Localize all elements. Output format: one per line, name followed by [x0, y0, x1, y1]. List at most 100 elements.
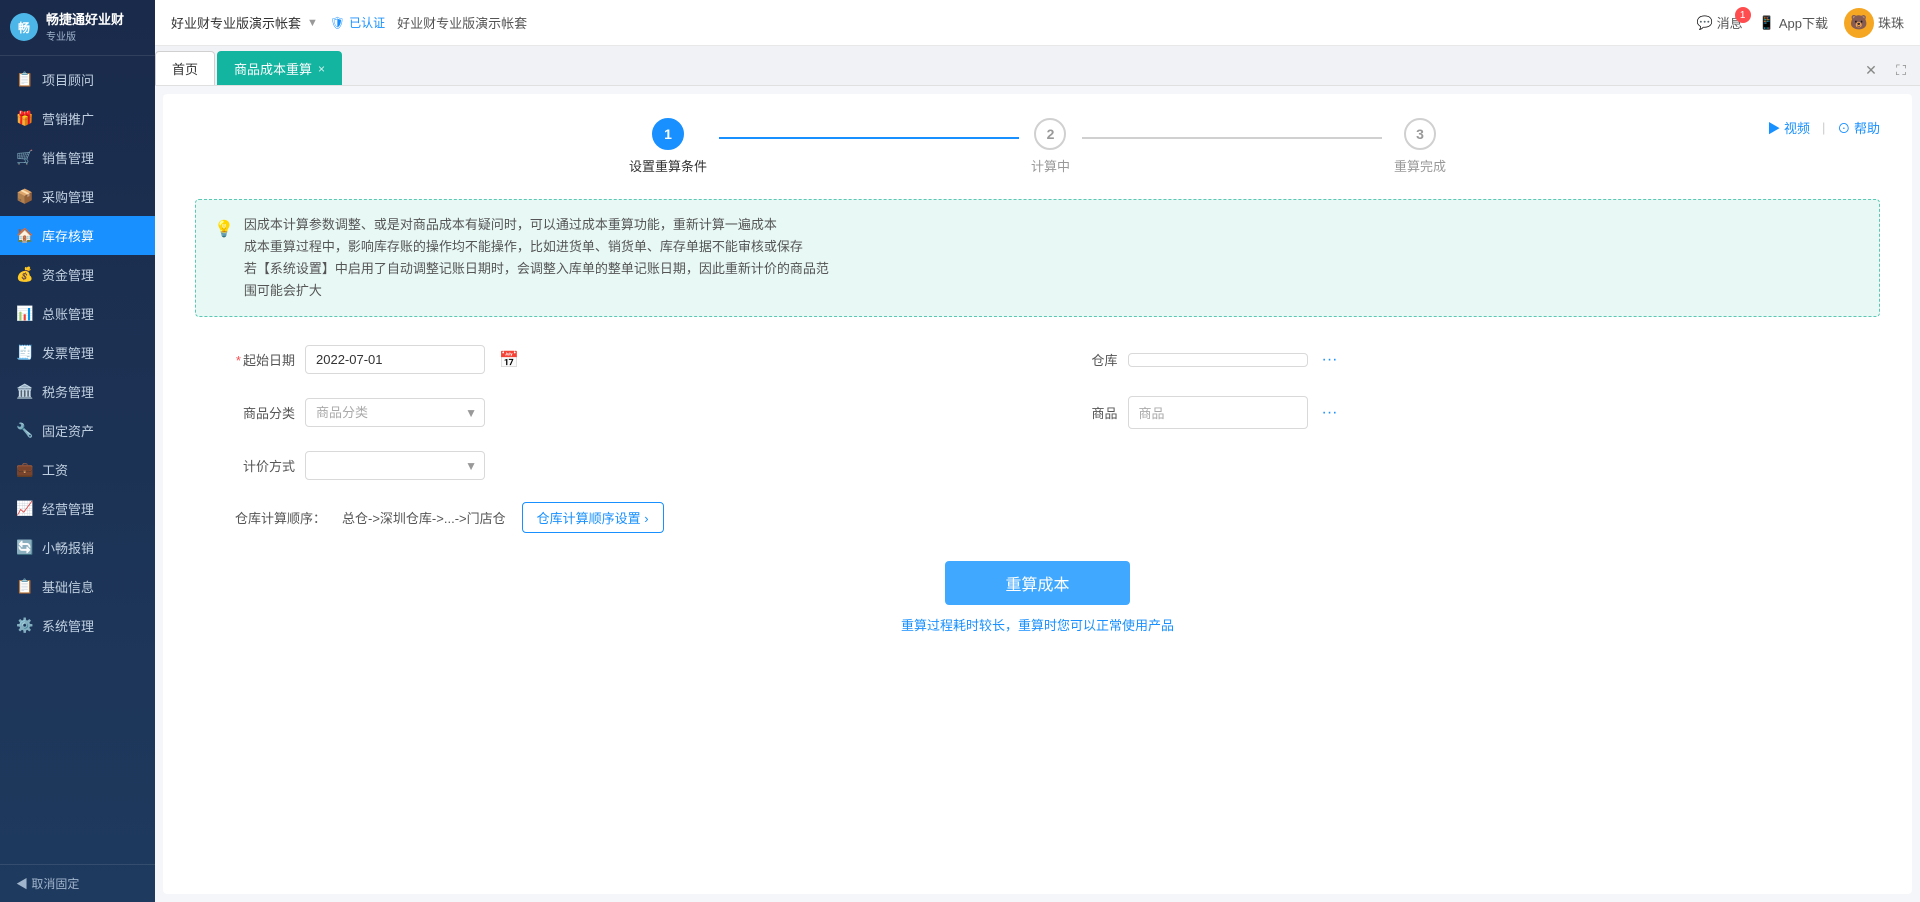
- window-controls: ✕ ⛶: [1860, 59, 1920, 85]
- tax-icon: 🏛️: [16, 382, 34, 400]
- sidebar-item-label-inventory: 库存核算: [42, 226, 94, 245]
- tab-home[interactable]: 首页: [155, 51, 215, 85]
- sidebar-item-management[interactable]: 📈 经营管理: [0, 489, 155, 528]
- sidebar-item-label-management: 经营管理: [42, 499, 94, 518]
- sidebar-item-tax[interactable]: 🏛️ 税务管理: [0, 372, 155, 411]
- sidebar: 畅 畅捷通好业财 专业版 📋 项目顾问 🎁 营销推广 🛒 销售管理 📦 采购管理…: [0, 0, 155, 902]
- category-select[interactable]: 商品分类: [305, 398, 485, 427]
- accounting-icon: 📊: [16, 304, 34, 322]
- step-2: 2 计算中: [1031, 118, 1070, 175]
- purchase-icon: 📦: [16, 187, 34, 205]
- stepper: 1 设置重算条件 2 计算中 3 重算完成 ▶ 视频 | ⊙ 帮助: [195, 118, 1880, 175]
- topbar: 好业财专业版演示帐套 ▼ 🛡 已认证 好业财专业版演示帐套 💬 消息 1 📱 A…: [155, 0, 1920, 46]
- fixed-icon: 🔧: [16, 421, 34, 439]
- tab-cost-recalc-label: 商品成本重算: [234, 59, 312, 78]
- sidebar-nav: 📋 项目顾问 🎁 营销推广 🛒 销售管理 📦 采购管理 🏠 库存核算 💰 资金管…: [0, 56, 155, 864]
- recalc-hint: 重算过程耗时较长，重算时您可以正常使用产品: [901, 615, 1174, 634]
- sidebar-item-label-expense: 小畅报销: [42, 538, 94, 557]
- warehouse-order-row: 仓库计算顺序： 总仓->深圳仓库->...->门店仓 仓库计算顺序设置 ›: [235, 502, 1840, 533]
- phone-icon: 📱: [1759, 15, 1775, 31]
- app-download-label: App下载: [1779, 13, 1828, 32]
- account-name: 好业财专业版演示帐套: [171, 13, 301, 32]
- sidebar-item-system[interactable]: ⚙️ 系统管理: [0, 606, 155, 645]
- help-link[interactable]: ⊙ 帮助: [1837, 118, 1880, 137]
- stepper-help: ▶ 视频 | ⊙ 帮助: [1767, 118, 1880, 137]
- unpin-label: ◀ 取消固定: [16, 875, 79, 892]
- sidebar-item-fixed[interactable]: 🔧 固定资产: [0, 411, 155, 450]
- main-content: 1 设置重算条件 2 计算中 3 重算完成 ▶ 视频 | ⊙ 帮助 💡: [163, 94, 1912, 894]
- sidebar-item-label-fixed: 固定资产: [42, 421, 94, 440]
- product-label: 商品: [1058, 403, 1118, 422]
- avatar: 🐻: [1844, 8, 1874, 38]
- message-icon: 💬: [1696, 15, 1712, 31]
- sidebar-item-inventory[interactable]: 🏠 库存核算: [0, 216, 155, 255]
- app-download-button[interactable]: 📱 App下载: [1759, 13, 1828, 32]
- start-date-input[interactable]: [305, 345, 485, 374]
- verified-badge: 🛡 已认证: [330, 14, 385, 31]
- sidebar-item-label-purchase: 采购管理: [42, 187, 94, 206]
- calendar-icon[interactable]: 📅: [499, 350, 519, 370]
- info-text: 因成本计算参数调整、或是对商品成本有疑问时，可以通过成本重算功能，重新计算一遍成…: [244, 214, 829, 302]
- tab-close-icon[interactable]: ×: [318, 62, 325, 76]
- sidebar-item-label-marketing: 营销推广: [42, 109, 94, 128]
- sidebar-item-accounting[interactable]: 📊 总账管理: [0, 294, 155, 333]
- category-select-wrapper: 商品分类 ▼: [305, 398, 485, 427]
- warehouse-field: 仓库 ···: [1058, 347, 1841, 373]
- sidebar-item-salary[interactable]: 💼 工资: [0, 450, 155, 489]
- tabbar: 首页 商品成本重算 × ✕ ⛶: [155, 46, 1920, 86]
- info-icon: 💡: [214, 216, 234, 302]
- sidebar-item-label-project: 项目顾问: [42, 70, 94, 89]
- verified-label: 已认证: [349, 14, 385, 31]
- step-1: 1 设置重算条件: [629, 118, 707, 175]
- step-3: 3 重算完成: [1394, 118, 1446, 175]
- step-2-label: 计算中: [1031, 156, 1070, 175]
- step-line-1: [719, 137, 1019, 139]
- category-label: 商品分类: [235, 403, 295, 422]
- product-input: 商品: [1128, 396, 1308, 429]
- sidebar-item-expense[interactable]: 🔄 小畅报销: [0, 528, 155, 567]
- form-row-1: *起始日期 📅 仓库 ···: [235, 345, 1840, 374]
- warehouse-order-settings-button[interactable]: 仓库计算顺序设置 ›: [522, 502, 664, 533]
- shield-icon: 🛡: [330, 16, 345, 30]
- sidebar-item-marketing[interactable]: 🎁 营销推广: [0, 99, 155, 138]
- pricing-field: 计价方式 ▼: [235, 451, 1018, 480]
- sales-icon: 🛒: [16, 148, 34, 166]
- pricing-select-wrapper: ▼: [305, 451, 485, 480]
- tab-cost-recalc[interactable]: 商品成本重算 ×: [217, 51, 342, 85]
- sidebar-edition: 专业版: [46, 28, 124, 43]
- sidebar-item-label-system: 系统管理: [42, 616, 94, 635]
- salary-icon: 💼: [16, 460, 34, 478]
- account-display-name: 好业财专业版演示帐套: [397, 13, 527, 32]
- sidebar-item-label-basic: 基础信息: [42, 577, 94, 596]
- step-3-label: 重算完成: [1394, 156, 1446, 175]
- sidebar-item-invoice[interactable]: 🧾 发票管理: [0, 333, 155, 372]
- invoice-icon: 🧾: [16, 343, 34, 361]
- user-menu[interactable]: 🐻 珠珠: [1844, 8, 1904, 38]
- close-window-button[interactable]: ✕: [1860, 59, 1882, 81]
- product-picker-button[interactable]: ···: [1318, 400, 1342, 426]
- video-link[interactable]: ▶ 视频: [1767, 118, 1810, 137]
- account-selector[interactable]: 好业财专业版演示帐套 ▼: [171, 13, 318, 32]
- sidebar-item-purchase[interactable]: 📦 采购管理: [0, 177, 155, 216]
- message-badge: 1: [1735, 7, 1751, 23]
- sidebar-unpin[interactable]: ◀ 取消固定: [0, 864, 155, 902]
- tab-home-label: 首页: [172, 59, 198, 78]
- form-section: *起始日期 📅 仓库 ··· 商品分类 商品分类: [195, 345, 1880, 533]
- sidebar-item-sales[interactable]: 🛒 销售管理: [0, 138, 155, 177]
- user-name: 珠珠: [1878, 13, 1904, 32]
- warehouse-picker-button[interactable]: ···: [1318, 347, 1342, 373]
- pricing-select[interactable]: [305, 451, 485, 480]
- step-1-circle: 1: [652, 118, 684, 150]
- recalc-button[interactable]: 重算成本: [945, 561, 1129, 605]
- sidebar-item-label-accounting: 总账管理: [42, 304, 94, 323]
- message-button[interactable]: 💬 消息 1: [1696, 13, 1742, 32]
- step-1-label: 设置重算条件: [629, 156, 707, 175]
- sidebar-item-finance[interactable]: 💰 资金管理: [0, 255, 155, 294]
- expense-icon: 🔄: [16, 538, 34, 556]
- main-area: 好业财专业版演示帐套 ▼ 🛡 已认证 好业财专业版演示帐套 💬 消息 1 📱 A…: [155, 0, 1920, 902]
- sidebar-item-basic[interactable]: 📋 基础信息: [0, 567, 155, 606]
- warehouse-order-value: 总仓->深圳仓库->...->门店仓: [342, 508, 506, 527]
- sidebar-app-name: 畅捷通好业财: [46, 12, 124, 28]
- sidebar-item-project[interactable]: 📋 项目顾问: [0, 60, 155, 99]
- expand-window-button[interactable]: ⛶: [1890, 59, 1912, 81]
